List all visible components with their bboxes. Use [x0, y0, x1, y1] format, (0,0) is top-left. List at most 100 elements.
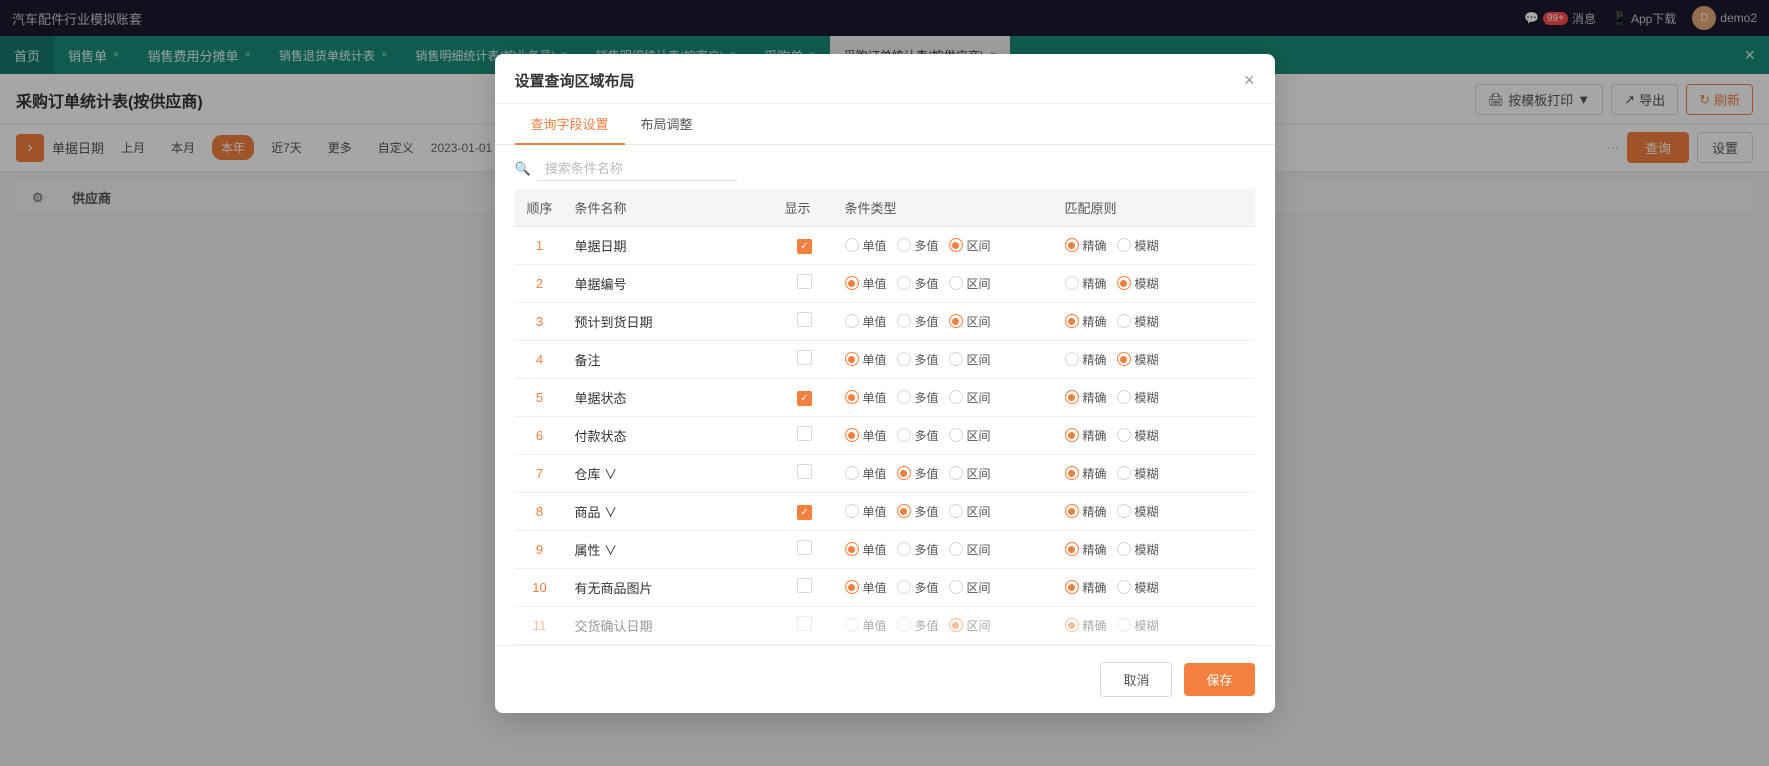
row-display[interactable]	[775, 416, 835, 454]
match-radio-item[interactable]: 精确	[1065, 313, 1107, 330]
row-order: 1	[515, 226, 565, 264]
match-radio-item[interactable]: 精确	[1065, 427, 1107, 444]
display-checkbox[interactable]	[797, 426, 812, 441]
type-radio-item[interactable]: 区间	[949, 275, 991, 292]
type-radio-item[interactable]: 区间	[949, 237, 991, 254]
match-radio-item[interactable]: 模糊	[1117, 541, 1159, 558]
row-name: 付款状态	[565, 416, 775, 454]
type-radio-item[interactable]: 单值	[845, 237, 887, 254]
match-radio-item[interactable]: 模糊	[1117, 237, 1159, 254]
type-radio-item[interactable]: 单值	[845, 427, 887, 444]
display-checkbox[interactable]	[797, 312, 812, 327]
match-radio-item[interactable]: 模糊	[1117, 313, 1159, 330]
display-checkbox[interactable]: ✓	[797, 505, 812, 520]
type-radio-item[interactable]: 多值	[897, 389, 939, 406]
display-checkbox[interactable]	[797, 540, 812, 555]
type-radio-item[interactable]: 多值	[897, 427, 939, 444]
type-radio-circle	[845, 428, 859, 442]
row-name: 属性 ∨	[565, 530, 775, 568]
btn-save[interactable]: 保存	[1184, 663, 1254, 696]
type-radio-item[interactable]: 区间	[949, 541, 991, 558]
type-radio-item[interactable]: 区间	[949, 427, 991, 444]
row-type: 单值多值区间	[835, 264, 1055, 302]
type-radio-item[interactable]: 区间	[949, 351, 991, 368]
row-display[interactable]: ✓	[775, 226, 835, 264]
type-radio-item[interactable]: 单值	[845, 617, 887, 634]
type-radio-item[interactable]: 区间	[949, 503, 991, 520]
match-radio-circle	[1065, 238, 1079, 252]
row-display[interactable]	[775, 340, 835, 378]
type-radio-item[interactable]: 单值	[845, 275, 887, 292]
match-radio-item[interactable]: 精确	[1065, 237, 1107, 254]
dialog-tab-query[interactable]: 查询字段设置	[515, 104, 625, 145]
type-radio-item[interactable]: 多值	[897, 237, 939, 254]
type-radio-item[interactable]: 多值	[897, 541, 939, 558]
row-name: 有无商品图片	[565, 568, 775, 606]
row-display[interactable]	[775, 568, 835, 606]
match-radio-circle	[1065, 466, 1079, 480]
type-radio-item[interactable]: 单值	[845, 389, 887, 406]
match-radio-item[interactable]: 模糊	[1117, 275, 1159, 292]
type-radio-item[interactable]: 区间	[949, 579, 991, 596]
type-radio-item[interactable]: 单值	[845, 465, 887, 482]
type-radio-item[interactable]: 多值	[897, 351, 939, 368]
match-radio-item[interactable]: 模糊	[1117, 617, 1159, 634]
match-radio-item[interactable]: 模糊	[1117, 427, 1159, 444]
match-radio-item[interactable]: 模糊	[1117, 579, 1159, 596]
match-radio-item[interactable]: 精确	[1065, 579, 1107, 596]
type-radio-circle	[949, 238, 963, 252]
row-display[interactable]: ✓	[775, 492, 835, 530]
search-input[interactable]	[537, 157, 737, 181]
type-radio-circle	[897, 390, 911, 404]
row-display[interactable]: ✓	[775, 378, 835, 416]
type-radio-circle	[949, 542, 963, 556]
display-checkbox[interactable]: ✓	[797, 239, 812, 254]
type-radio-item[interactable]: 区间	[949, 465, 991, 482]
type-radio-circle	[845, 580, 859, 594]
row-type: 单值多值区间	[835, 340, 1055, 378]
display-checkbox[interactable]	[797, 464, 812, 479]
match-radio-circle	[1065, 580, 1079, 594]
display-checkbox[interactable]	[797, 616, 812, 631]
type-radio-circle	[897, 238, 911, 252]
row-display[interactable]	[775, 264, 835, 302]
type-radio-item[interactable]: 单值	[845, 351, 887, 368]
match-radio-item[interactable]: 精确	[1065, 389, 1107, 406]
row-display[interactable]	[775, 606, 835, 644]
type-radio-item[interactable]: 单值	[845, 503, 887, 520]
type-radio-item[interactable]: 单值	[845, 579, 887, 596]
type-radio-item[interactable]: 多值	[897, 313, 939, 330]
row-display[interactable]	[775, 530, 835, 568]
match-radio-item[interactable]: 模糊	[1117, 351, 1159, 368]
type-radio-circle	[845, 504, 859, 518]
type-radio-item[interactable]: 多值	[897, 465, 939, 482]
type-radio-item[interactable]: 多值	[897, 503, 939, 520]
type-radio-item[interactable]: 单值	[845, 541, 887, 558]
match-radio-item[interactable]: 精确	[1065, 503, 1107, 520]
display-checkbox[interactable]	[797, 274, 812, 289]
match-radio-item[interactable]: 模糊	[1117, 465, 1159, 482]
display-checkbox[interactable]	[797, 578, 812, 593]
match-radio-item[interactable]: 精确	[1065, 275, 1107, 292]
row-display[interactable]	[775, 302, 835, 340]
row-display[interactable]	[775, 454, 835, 492]
match-radio-item[interactable]: 模糊	[1117, 389, 1159, 406]
display-checkbox[interactable]	[797, 350, 812, 365]
match-radio-item[interactable]: 精确	[1065, 465, 1107, 482]
type-radio-item[interactable]: 区间	[949, 313, 991, 330]
type-radio-item[interactable]: 多值	[897, 275, 939, 292]
dialog-tab-layout[interactable]: 布局调整	[625, 104, 709, 145]
type-radio-item[interactable]: 单值	[845, 313, 887, 330]
btn-cancel[interactable]: 取消	[1100, 662, 1172, 697]
dialog-close-button[interactable]: ×	[1244, 71, 1255, 89]
type-radio-item[interactable]: 多值	[897, 617, 939, 634]
display-checkbox[interactable]: ✓	[797, 391, 812, 406]
match-radio-item[interactable]: 精确	[1065, 541, 1107, 558]
match-radio-item[interactable]: 模糊	[1117, 503, 1159, 520]
type-radio-item[interactable]: 区间	[949, 617, 991, 634]
table-row: 3预计到货日期单值多值区间精确模糊	[515, 302, 1255, 340]
type-radio-item[interactable]: 多值	[897, 579, 939, 596]
type-radio-item[interactable]: 区间	[949, 389, 991, 406]
match-radio-item[interactable]: 精确	[1065, 351, 1107, 368]
match-radio-item[interactable]: 精确	[1065, 617, 1107, 634]
